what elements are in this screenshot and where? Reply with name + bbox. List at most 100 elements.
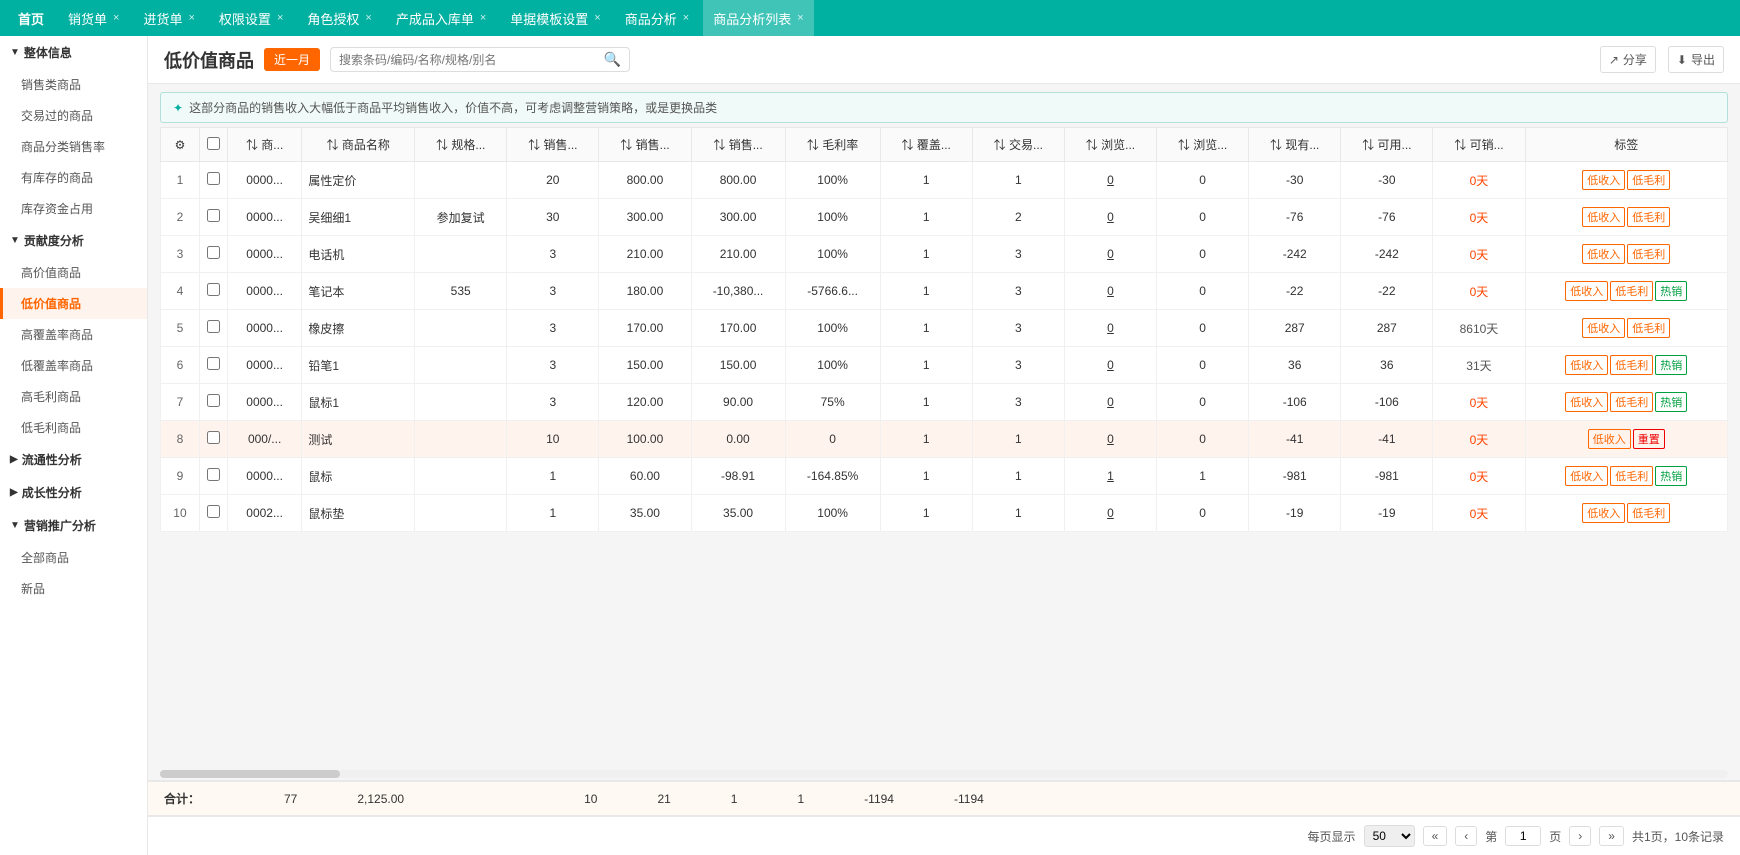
row-browse1[interactable]: 0 (1064, 495, 1156, 532)
current-header[interactable]: ⇅ 现有... (1249, 128, 1341, 162)
sidebar-item-low-value[interactable]: 低价值商品 (0, 288, 147, 319)
row-checkbox[interactable] (207, 394, 220, 407)
close-analysis-list-icon[interactable]: × (797, 12, 803, 24)
export-button[interactable]: ⬇ 导出 (1668, 46, 1724, 73)
coverage-header[interactable]: ⇅ 覆盖... (880, 128, 972, 162)
sidebar-item-category-sales-rate[interactable]: 商品分类销售率 (0, 131, 147, 162)
prev-page-button[interactable]: ‹ (1455, 826, 1477, 846)
sidebar-item-stocked-goods[interactable]: 有库存的商品 (0, 162, 147, 193)
sidebar-group-overall[interactable]: ▼ 整体信息 (0, 36, 147, 69)
row-browse1[interactable]: 0 (1064, 384, 1156, 421)
row-checkbox-cell[interactable] (199, 458, 227, 495)
browse1-link[interactable]: 0 (1107, 321, 1114, 335)
row-checkbox-cell[interactable] (199, 162, 227, 199)
nav-product-analysis-list[interactable]: 商品分析列表 × (703, 0, 813, 36)
browse1-link[interactable]: 0 (1107, 395, 1114, 409)
nav-home[interactable]: 首页 (8, 0, 54, 36)
nav-template-settings[interactable]: 单据模板设置 × (500, 0, 610, 36)
close-sales-order-icon[interactable]: × (113, 12, 119, 24)
sidebar-item-high-coverage[interactable]: 高覆盖率商品 (0, 319, 147, 350)
nav-role-auth[interactable]: 角色授权 × (297, 0, 381, 36)
row-browse1[interactable]: 0 (1064, 273, 1156, 310)
first-page-button[interactable]: « (1423, 826, 1448, 846)
row-checkbox[interactable] (207, 172, 220, 185)
row-browse1[interactable]: 0 (1064, 421, 1156, 458)
page-number-input[interactable] (1505, 826, 1541, 846)
row-checkbox-cell[interactable] (199, 495, 227, 532)
sidebar-item-low-margin[interactable]: 低毛利商品 (0, 412, 147, 443)
saleable-header[interactable]: ⇅ 可销... (1433, 128, 1525, 162)
browse1-header[interactable]: ⇅ 浏览... (1064, 128, 1156, 162)
sidebar-item-high-margin[interactable]: 高毛利商品 (0, 381, 147, 412)
row-checkbox[interactable] (207, 209, 220, 222)
close-product-storage-icon[interactable]: × (480, 12, 486, 24)
close-permission-icon[interactable]: × (277, 12, 283, 24)
sale-profit-header[interactable]: ⇅ 销售... (691, 128, 785, 162)
sidebar-item-high-value[interactable]: 高价值商品 (0, 257, 147, 288)
margin-header[interactable]: ⇅ 毛利率 (785, 128, 880, 162)
sidebar-group-contribution[interactable]: ▼ 贡献度分析 (0, 224, 147, 257)
browse1-link[interactable]: 0 (1107, 358, 1114, 372)
close-role-auth-icon[interactable]: × (365, 12, 371, 24)
nav-product-storage[interactable]: 产成品入库单 × (386, 0, 496, 36)
horizontal-scrollbar[interactable] (160, 770, 1728, 778)
nav-purchase-order[interactable]: 进货单 × (133, 0, 204, 36)
row-browse1[interactable]: 0 (1064, 236, 1156, 273)
checkbox-header[interactable] (199, 128, 227, 162)
row-checkbox[interactable] (207, 320, 220, 333)
sidebar-item-all-goods[interactable]: 全部商品 (0, 542, 147, 573)
row-browse1[interactable]: 0 (1064, 347, 1156, 384)
select-all-checkbox[interactable] (207, 137, 220, 150)
filter-recent-month-button[interactable]: 近一月 (264, 48, 320, 71)
row-browse1[interactable]: 0 (1064, 310, 1156, 347)
sidebar-item-inventory-capital[interactable]: 库存资金占用 (0, 193, 147, 224)
close-product-analysis-icon[interactable]: × (683, 12, 689, 24)
browse2-header[interactable]: ⇅ 浏览... (1157, 128, 1249, 162)
sidebar-item-sales-goods[interactable]: 销售类商品 (0, 69, 147, 100)
row-checkbox-cell[interactable] (199, 347, 227, 384)
row-checkbox[interactable] (207, 468, 220, 481)
row-checkbox-cell[interactable] (199, 310, 227, 347)
search-input[interactable] (339, 53, 600, 67)
sale-qty-header[interactable]: ⇅ 销售... (507, 128, 599, 162)
sale-amount-header[interactable]: ⇅ 销售... (599, 128, 691, 162)
search-icon[interactable]: 🔍 (604, 51, 621, 68)
nav-product-analysis[interactable]: 商品分析 × (615, 0, 699, 36)
browse1-link[interactable]: 0 (1107, 432, 1114, 446)
row-checkbox[interactable] (207, 431, 220, 444)
nav-permission-settings[interactable]: 权限设置 × (209, 0, 293, 36)
row-checkbox-cell[interactable] (199, 421, 227, 458)
browse1-link[interactable]: 0 (1107, 506, 1114, 520)
sidebar-item-low-coverage[interactable]: 低覆盖率商品 (0, 350, 147, 381)
available-header[interactable]: ⇅ 可用... (1341, 128, 1433, 162)
settings-header[interactable]: ⚙ (161, 128, 200, 162)
row-browse1[interactable]: 0 (1064, 162, 1156, 199)
row-checkbox[interactable] (207, 246, 220, 259)
per-page-select[interactable]: 50 100 200 (1364, 825, 1415, 847)
trade-header[interactable]: ⇅ 交易... (972, 128, 1064, 162)
share-button[interactable]: ↗ 分享 (1600, 46, 1656, 73)
row-checkbox[interactable] (207, 283, 220, 296)
close-purchase-order-icon[interactable]: × (188, 12, 194, 24)
browse1-link[interactable]: 1 (1107, 469, 1114, 483)
last-page-button[interactable]: » (1599, 826, 1624, 846)
browse1-link[interactable]: 0 (1107, 173, 1114, 187)
browse1-link[interactable]: 0 (1107, 247, 1114, 261)
next-page-button[interactable]: › (1569, 826, 1591, 846)
row-checkbox[interactable] (207, 357, 220, 370)
sidebar-group-circulation[interactable]: ▶ 流通性分析 (0, 443, 147, 476)
browse1-link[interactable]: 0 (1107, 284, 1114, 298)
spec-header[interactable]: ⇅ 规格... (415, 128, 507, 162)
row-checkbox-cell[interactable] (199, 384, 227, 421)
code-header[interactable]: ⇅ 商... (227, 128, 301, 162)
row-browse1[interactable]: 1 (1064, 458, 1156, 495)
sidebar-group-marketing[interactable]: ▼ 营销推广分析 (0, 509, 147, 542)
row-checkbox[interactable] (207, 505, 220, 518)
row-browse1[interactable]: 0 (1064, 199, 1156, 236)
row-checkbox-cell[interactable] (199, 273, 227, 310)
scrollbar-thumb[interactable] (160, 770, 340, 778)
browse1-link[interactable]: 0 (1107, 210, 1114, 224)
row-checkbox-cell[interactable] (199, 236, 227, 273)
row-checkbox-cell[interactable] (199, 199, 227, 236)
sidebar-item-new-goods[interactable]: 新品 (0, 573, 147, 604)
